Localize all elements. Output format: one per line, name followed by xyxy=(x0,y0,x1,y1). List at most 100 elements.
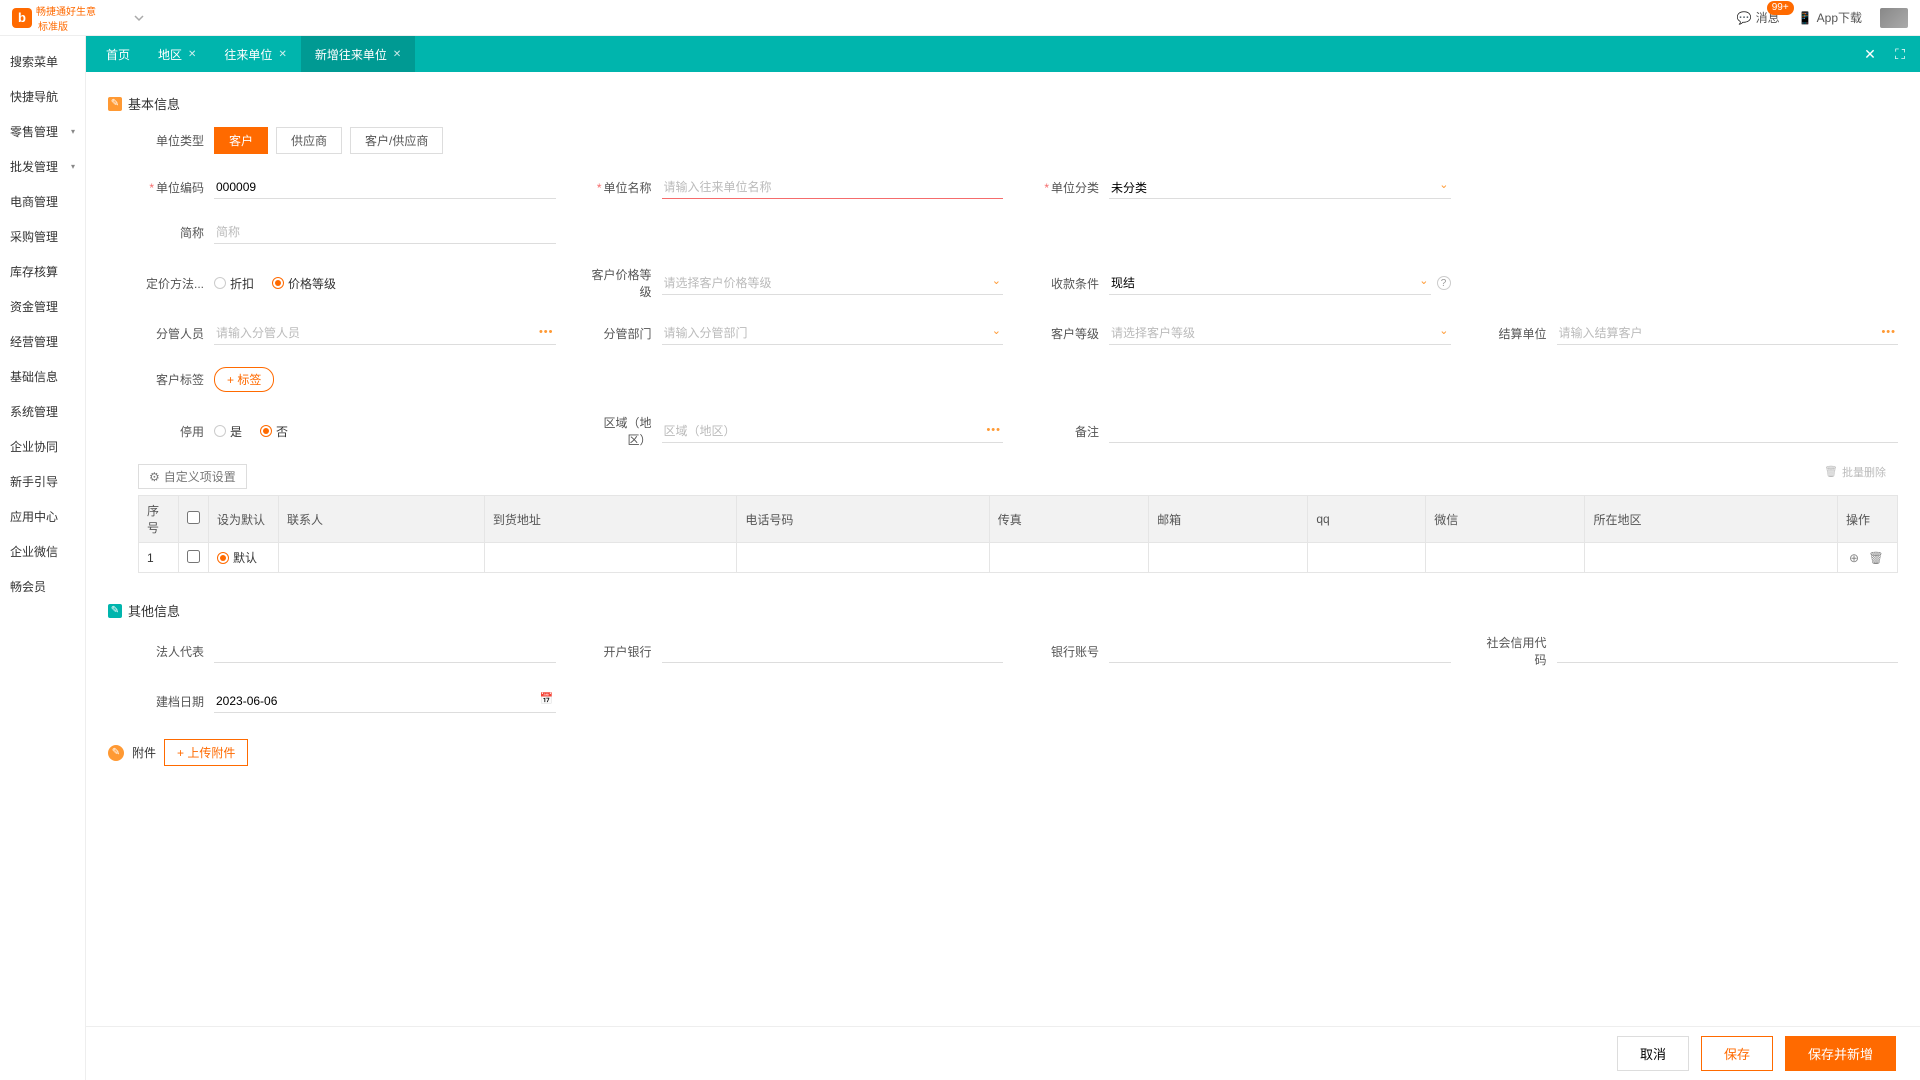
close-icon[interactable]: ✕ xyxy=(188,49,196,60)
dept-select[interactable] xyxy=(662,322,1004,345)
chevron-down-icon[interactable]: ⌄ xyxy=(1439,178,1448,191)
contacts-table: 序号设为默认联系人到货地址电话号码传真邮箱qq微信所在地区操作 1 默认 xyxy=(138,495,1898,573)
pricing-option-0[interactable]: 折扣 xyxy=(214,275,254,292)
custom-fields-button[interactable]: ⚙ 自定义项设置 xyxy=(138,464,247,489)
header-checkbox[interactable] xyxy=(187,511,200,524)
sidebar-item-11[interactable]: 企业协同 xyxy=(0,429,85,464)
unit-code-input[interactable] xyxy=(214,176,556,199)
pricing-option-1[interactable]: 价格等级 xyxy=(272,275,336,292)
credit-code-input[interactable] xyxy=(1557,640,1899,663)
sidebar-item-0[interactable]: 搜索菜单 xyxy=(0,44,85,79)
th-3: 联系人 xyxy=(279,496,485,543)
cancel-button[interactable]: 取消 xyxy=(1617,1036,1689,1071)
region-input[interactable] xyxy=(662,420,1004,443)
add-row-icon[interactable]: ⊕ xyxy=(1849,551,1859,565)
logo: b 畅捷通好生意 标准版 xyxy=(12,3,96,33)
sidebar-item-6[interactable]: 库存核算 xyxy=(0,254,85,289)
upload-button[interactable]: + 上传附件 xyxy=(164,739,248,766)
cell-email[interactable] xyxy=(1149,543,1308,573)
cell-address[interactable] xyxy=(484,543,736,573)
sidebar-item-8[interactable]: 经营管理 xyxy=(0,324,85,359)
chevron-down-icon[interactable]: ⌄ xyxy=(1439,324,1448,337)
add-tag-button[interactable]: + 标签 xyxy=(214,367,274,392)
cell-region[interactable] xyxy=(1585,543,1838,573)
sidebar-item-13[interactable]: 应用中心 xyxy=(0,499,85,534)
fullscreen-icon[interactable]: ⛶ xyxy=(1890,44,1910,64)
legal-input[interactable] xyxy=(214,640,556,663)
company-dropdown[interactable] xyxy=(126,13,144,23)
more-icon[interactable]: ••• xyxy=(1881,326,1896,338)
price-level-select[interactable] xyxy=(662,272,1004,295)
cust-level-select[interactable] xyxy=(1109,322,1451,345)
close-icon[interactable]: ✕ xyxy=(278,49,286,60)
unit-name-input[interactable] xyxy=(662,176,1004,199)
close-icon[interactable]: ✕ xyxy=(393,49,401,60)
pay-cond-select[interactable] xyxy=(1109,272,1431,295)
sidebar-item-1[interactable]: 快捷导航 xyxy=(0,79,85,114)
unit-type-option-2[interactable]: 客户/供应商 xyxy=(350,127,443,154)
sidebar-item-2[interactable]: 零售管理▾ xyxy=(0,114,85,149)
cell-wechat[interactable] xyxy=(1426,543,1585,573)
file-date-input[interactable] xyxy=(214,690,556,713)
settle-unit-input[interactable] xyxy=(1557,322,1899,345)
avatar[interactable] xyxy=(1880,8,1908,28)
bulk-delete-button[interactable]: 🗑 批量删除 xyxy=(1824,464,1886,480)
tab-close-all-icon[interactable]: ✕ xyxy=(1860,44,1880,64)
attach-icon: ✎ xyxy=(108,745,124,761)
table-row: 1 默认 xyxy=(139,543,1898,573)
label-region: 区域（地区） xyxy=(586,414,662,448)
account-input[interactable] xyxy=(1109,640,1451,663)
unit-type-option-1[interactable]: 供应商 xyxy=(276,127,342,154)
row-default-radio[interactable]: 默认 xyxy=(217,549,270,566)
messages-button[interactable]: 💬 消息 99+ xyxy=(1737,9,1780,26)
manager-input[interactable] xyxy=(214,322,556,345)
cell-qq[interactable] xyxy=(1308,543,1426,573)
sidebar-item-5[interactable]: 采购管理 xyxy=(0,219,85,254)
label-unit-name: *单位名称 xyxy=(586,179,662,196)
cell-fax[interactable] xyxy=(989,543,1148,573)
tab-0[interactable]: 首页 xyxy=(92,36,144,72)
disabled-option-0[interactable]: 是 xyxy=(214,423,242,440)
save-button[interactable]: 保存 xyxy=(1701,1036,1773,1071)
cell-contact[interactable] xyxy=(279,543,485,573)
label-tags: 客户标签 xyxy=(138,371,214,388)
chevron-down-icon[interactable]: ⌄ xyxy=(992,274,1001,287)
cell-phone[interactable] xyxy=(737,543,989,573)
sidebar-item-12[interactable]: 新手引导 xyxy=(0,464,85,499)
label-price-level: 客户价格等级 xyxy=(586,266,662,300)
short-name-input[interactable] xyxy=(214,221,556,244)
sidebar-item-14[interactable]: 企业微信 xyxy=(0,534,85,569)
chevron-down-icon[interactable]: ⌄ xyxy=(1419,274,1428,287)
more-icon[interactable]: ••• xyxy=(986,424,1001,436)
more-icon[interactable]: ••• xyxy=(539,326,554,338)
app-download-button[interactable]: 📱 App下载 xyxy=(1798,9,1862,26)
sidebar-item-10[interactable]: 系统管理 xyxy=(0,394,85,429)
label-disabled: 停用 xyxy=(138,423,214,440)
help-icon[interactable]: ? xyxy=(1437,276,1451,290)
sidebar-item-4[interactable]: 电商管理 xyxy=(0,184,85,219)
tab-1[interactable]: 地区✕ xyxy=(144,36,210,72)
tab-2[interactable]: 往来单位✕ xyxy=(210,36,300,72)
sidebar-item-7[interactable]: 资金管理 xyxy=(0,289,85,324)
label-unit-cat: *单位分类 xyxy=(1033,179,1109,196)
trash-icon: 🗑 xyxy=(1824,465,1838,478)
sidebar-item-15[interactable]: 畅会员 xyxy=(0,569,85,604)
caret-icon: ▾ xyxy=(71,127,75,136)
sidebar-item-9[interactable]: 基础信息 xyxy=(0,359,85,394)
th-8: qq xyxy=(1308,496,1426,543)
tab-3[interactable]: 新增往来单位✕ xyxy=(301,36,415,72)
calendar-icon[interactable]: 📅 xyxy=(540,692,554,705)
bank-input[interactable] xyxy=(662,640,1004,663)
sidebar-item-3[interactable]: 批发管理▾ xyxy=(0,149,85,184)
chevron-down-icon[interactable]: ⌄ xyxy=(992,324,1001,337)
unit-cat-select[interactable] xyxy=(1109,176,1451,199)
row-checkbox[interactable] xyxy=(187,550,200,563)
label-cust-level: 客户等级 xyxy=(1033,325,1109,342)
save-and-new-button[interactable]: 保存并新增 xyxy=(1785,1036,1896,1071)
th-0: 序号 xyxy=(139,496,179,543)
remark-input[interactable] xyxy=(1109,420,1898,443)
delete-row-icon[interactable]: 🗑 xyxy=(1868,551,1883,565)
label-pay-cond: 收款条件 xyxy=(1033,275,1109,292)
unit-type-option-0[interactable]: 客户 xyxy=(214,127,268,154)
disabled-option-1[interactable]: 否 xyxy=(260,423,288,440)
